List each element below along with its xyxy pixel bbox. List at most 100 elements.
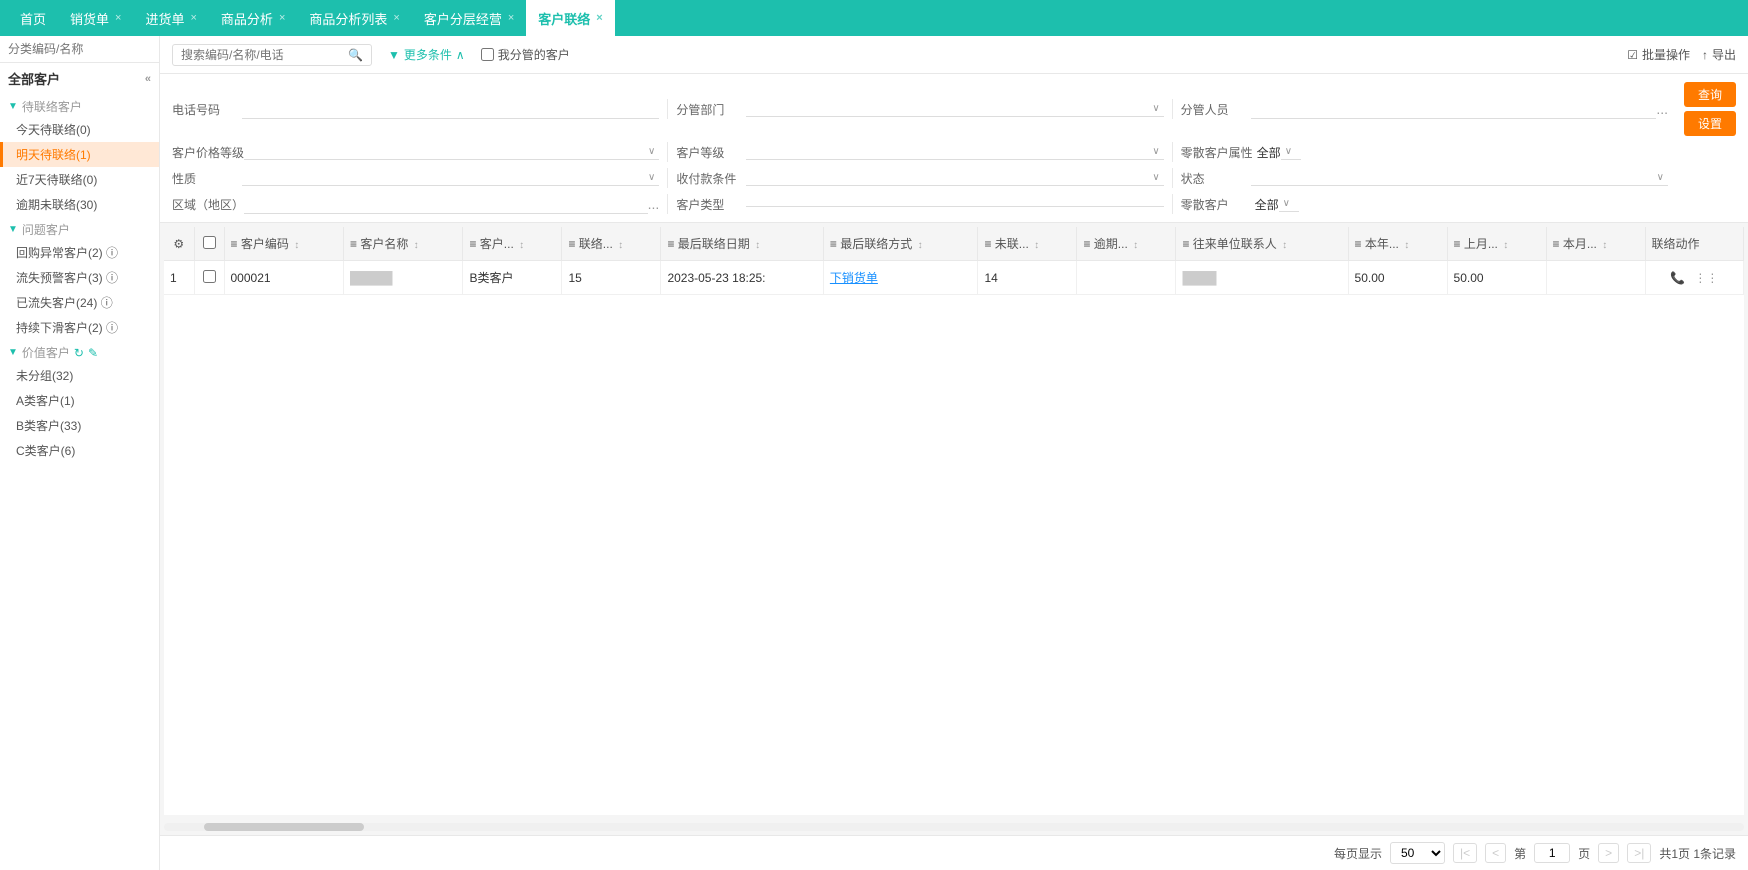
col-last-month[interactable]: ≡ 上月... ↕ [1447,227,1546,261]
filter-nature-select[interactable]: ∨ [242,170,659,186]
sidebar-item-declining[interactable]: 持续下滑客户(2) ⓘ [0,315,159,340]
col-name[interactable]: ≡ 客户名称 ↕ [343,227,462,261]
next-page-button[interactable]: > [1598,843,1619,863]
last-page-button[interactable]: >| [1627,843,1651,863]
nav-analysis-list-close[interactable]: × [393,12,399,24]
sidebar-item-class-c[interactable]: C类客户(6) [0,438,159,463]
col-gear[interactable]: ⚙ [164,227,194,261]
my-customers-checkbox[interactable] [481,48,494,61]
more-filter-button[interactable]: ▼ 更多条件 ∧ [380,42,473,67]
sidebar-item-overdue[interactable]: 逾期未联络(30) [0,192,159,217]
region-dots-button[interactable]: ... [648,196,660,212]
filter-payment-select[interactable]: ∨ [746,170,1163,186]
query-button[interactable]: 查询 [1684,82,1736,107]
page-size-select[interactable]: 50 100 200 [1390,842,1445,864]
cell-name: █████ [343,261,462,295]
col-this-year[interactable]: ≡ 本年... ↕ [1348,227,1447,261]
filter-manager-input[interactable] [1251,100,1657,119]
sidebar-item-class-a[interactable]: A类客户(1) [0,388,159,413]
cell-code: 000021 [224,261,343,295]
nav-sales[interactable]: 销货单 × [58,0,133,36]
nav-analysis-list[interactable]: 商品分析列表 × [297,0,411,36]
sidebar-item-churned[interactable]: 已流失客户(24) ⓘ [0,290,159,315]
sidebar-item-today[interactable]: 今天待联络(0) [0,117,159,142]
customer-level-arrow: ∨ [1152,146,1159,157]
col-no-contact[interactable]: ≡ 未联... ↕ [978,227,1077,261]
col-last-contact-date[interactable]: ≡ 最后联络日期 ↕ [661,227,823,261]
action-more-icon[interactable]: ⋮⋮ [1694,271,1718,285]
col-last-contact-method[interactable]: ≡ 最后联络方式 ↕ [823,227,978,261]
sidebar-all-customers[interactable]: 全部客户 « [0,63,159,94]
sidebar-item-ungrouped[interactable]: 未分组(32) [0,363,159,388]
filter-price-level-select[interactable]: ∨ [244,144,659,160]
col-this-month[interactable]: ≡ 本月... ↕ [1546,227,1645,261]
code-sort-icon: ↕ [294,240,299,251]
cell-checkbox[interactable] [194,261,224,295]
nav-analysis-close[interactable]: × [279,12,285,24]
action-call-icon[interactable]: 📞 [1670,271,1685,285]
col-contact-count[interactable]: ≡ 联络... ↕ [562,227,661,261]
filter-retail-customer-select[interactable]: ∨ [1279,196,1299,212]
filter-chevron-icon: ∧ [456,48,465,62]
type-sort-icon: ↕ [519,240,524,251]
filter-retail-attr-select[interactable]: ∨ [1281,144,1301,160]
page-input[interactable] [1534,843,1570,863]
nav-customer-layer[interactable]: 客户分层经营 × [412,0,526,36]
export-button[interactable]: ↑ 导出 [1702,46,1736,63]
filter-customer-type-select[interactable] [746,202,1163,207]
nav-home[interactable]: 首页 [8,0,58,36]
search-input[interactable] [181,48,348,62]
nav-purchase-close[interactable]: × [190,12,196,24]
cell-last-month: 50.00 [1447,261,1546,295]
filter-customer-level-select[interactable]: ∨ [746,144,1163,160]
nav-customer-contact-close[interactable]: × [596,12,602,24]
table-row: 1 000021 █████ B类客户 15 2023-05-23 18:25:… [164,261,1744,295]
manager-dots-button[interactable]: ... [1656,101,1668,117]
horizontal-scrollbar[interactable] [164,823,1744,831]
first-page-button[interactable]: |< [1453,843,1477,863]
sidebar-item-tomorrow[interactable]: 明天待联络(1) [0,142,159,167]
filter-retail-attr: 零散客户属性 全部 ∨ [1181,144,1668,161]
row-checkbox[interactable] [203,270,216,283]
toolbar: 🔍 ▼ 更多条件 ∧ 我分管的客户 ☑ 批量操作 ↑ 导出 [160,36,1748,74]
nav-customer-contact[interactable]: 客户联络 × [526,0,614,36]
this-year-sort-icon: ↕ [1404,240,1409,251]
filter-row-1: 电话号码 分管部门 ∨ 分管人员 ... [172,82,1736,136]
sidebar-item-7days[interactable]: 近7天待联络(0) [0,167,159,192]
gear-icon[interactable]: ⚙ [173,237,184,251]
content-area: 🔍 ▼ 更多条件 ∧ 我分管的客户 ☑ 批量操作 ↑ 导出 [160,36,1748,870]
nav-customer-layer-close[interactable]: × [508,12,514,24]
col-checkbox[interactable] [194,227,224,261]
nav-purchase[interactable]: 进货单 × [133,0,208,36]
col-type[interactable]: ≡ 客户... ↕ [463,227,562,261]
filter-dept-select[interactable]: ∨ [746,101,1163,117]
select-all-checkbox[interactable] [203,236,216,249]
sidebar: 🔍 全部客户 « ▼ 待联络客户 今天待联络(0) 明天待联络(1) 近7天待联… [0,36,160,870]
sidebar-search-input[interactable] [8,42,160,56]
prev-page-button[interactable]: < [1485,843,1506,863]
sidebar-item-class-b[interactable]: B类客户(33) [0,413,159,438]
cell-company-contact: ████ [1176,261,1348,295]
filter-region-input[interactable] [244,195,648,214]
value-triangle: ▼ [8,347,18,358]
search-icon[interactable]: 🔍 [348,48,363,62]
my-customers-checkbox-label[interactable]: 我分管的客户 [481,46,570,63]
cell-actions: 📞 ⋮⋮ [1645,261,1743,295]
export-icon: ↑ [1702,48,1708,62]
scrollbar-thumb[interactable] [204,823,364,831]
sidebar-item-repurchase-abnormal[interactable]: 回购异常客户(2) ⓘ [0,240,159,265]
search-box: 🔍 [172,44,372,66]
col-code[interactable]: ≡ 客户编码 ↕ [224,227,343,261]
nav-analysis[interactable]: 商品分析 × [209,0,297,36]
settings-button[interactable]: 设置 [1684,111,1736,136]
sidebar-item-churn-warning[interactable]: 流失预警客户(3) ⓘ [0,265,159,290]
nav-sales-close[interactable]: × [115,12,121,24]
filter-manager: 分管人员 ... [1181,100,1668,119]
batch-ops-button[interactable]: ☑ 批量操作 [1627,46,1690,63]
col-overdue[interactable]: ≡ 逾期... ↕ [1077,227,1176,261]
col-company-contact[interactable]: ≡ 往来单位联系人 ↕ [1176,227,1348,261]
cell-this-year: 50.00 [1348,261,1447,295]
filter-phone-input[interactable] [242,100,659,119]
last-contact-link[interactable]: 下销货单 [830,271,878,285]
filter-status-select[interactable]: ∨ [1251,170,1668,186]
